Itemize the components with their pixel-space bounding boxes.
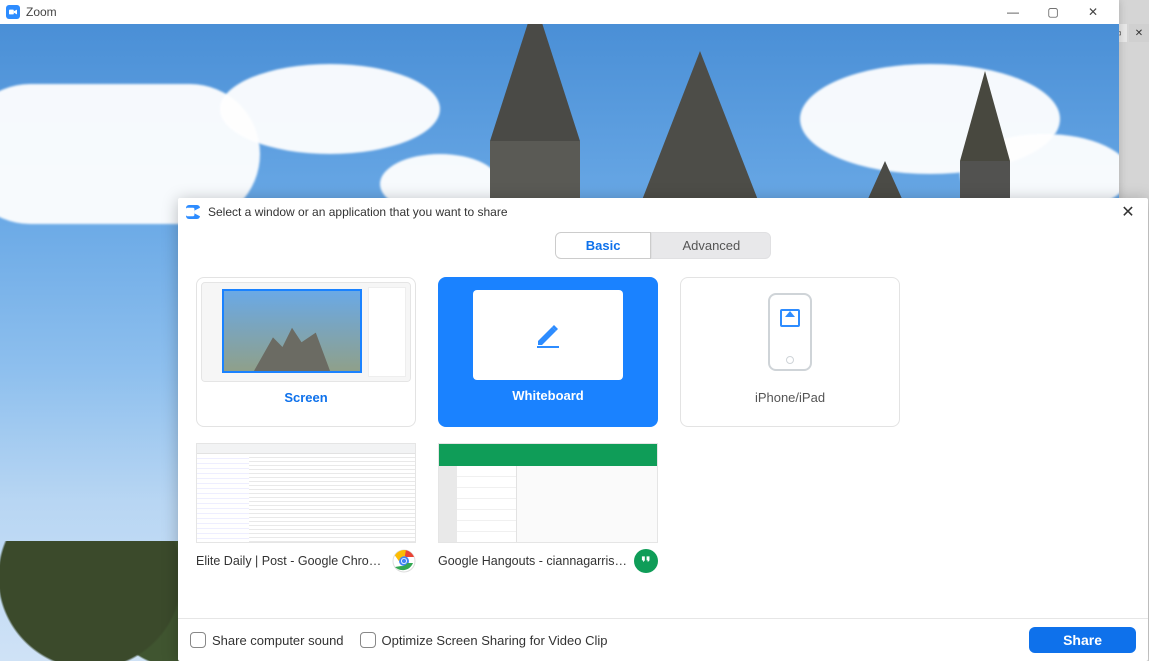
option-label: Screen: [284, 390, 327, 405]
phone-icon: [768, 293, 812, 371]
maximize-button[interactable]: ▢: [1033, 0, 1073, 24]
window-thumbnail: [196, 443, 416, 543]
share-option-whiteboard[interactable]: Whiteboard: [438, 277, 658, 427]
option-label: Whiteboard: [512, 388, 584, 403]
zoom-app-icon: [6, 5, 20, 19]
tab-basic[interactable]: Basic: [555, 232, 652, 259]
share-options-grid: Screen Whiteboard iPhone/iPad: [178, 269, 1148, 618]
option-label: iPhone/iPad: [755, 390, 825, 405]
minimize-button[interactable]: —: [993, 0, 1033, 24]
bg-close-icon: ✕: [1129, 24, 1149, 42]
dialog-title: Select a window or an application that y…: [208, 205, 1116, 219]
checkbox-label: Share computer sound: [212, 633, 344, 648]
zoom-app-icon: [186, 205, 200, 219]
window-label: Google Hangouts - ciannagarriso…: [438, 554, 628, 568]
optimize-video-checkbox[interactable]: Optimize Screen Sharing for Video Clip: [360, 632, 608, 648]
camera-icon: [186, 205, 200, 219]
camera-icon: [9, 8, 17, 16]
pencil-icon: [532, 319, 564, 351]
share-option-window-chrome[interactable]: Elite Daily | Post - Google Chrome: [196, 443, 416, 593]
checkbox-label: Optimize Screen Sharing for Video Clip: [382, 633, 608, 648]
tab-advanced[interactable]: Advanced: [651, 232, 771, 259]
titlebar: Zoom — ▢ ✕: [0, 0, 1119, 24]
checkbox-icon: [190, 632, 206, 648]
share-mode-tabs: Basic Advanced: [178, 226, 1148, 269]
share-button[interactable]: Share: [1029, 627, 1136, 653]
share-option-screen[interactable]: Screen: [196, 277, 416, 427]
share-computer-sound-checkbox[interactable]: Share computer sound: [190, 632, 344, 648]
checkbox-icon: [360, 632, 376, 648]
dialog-close-button[interactable]: ✕: [1116, 200, 1140, 224]
dialog-header: Select a window or an application that y…: [178, 198, 1148, 226]
chrome-icon: [392, 549, 416, 573]
share-option-window-hangouts[interactable]: Google Hangouts - ciannagarriso…: [438, 443, 658, 593]
close-button[interactable]: ✕: [1073, 0, 1113, 24]
window-title: Zoom: [26, 5, 57, 19]
window-label: Elite Daily | Post - Google Chrome: [196, 554, 386, 568]
screen-thumbnail: [201, 282, 411, 382]
dialog-footer: Share computer sound Optimize Screen Sha…: [178, 618, 1148, 661]
hangouts-icon: [634, 549, 658, 573]
iphone-thumbnail: [685, 282, 895, 382]
share-screen-dialog: Select a window or an application that y…: [178, 198, 1148, 661]
share-option-iphone-ipad[interactable]: iPhone/iPad: [680, 277, 900, 427]
window-thumbnail: [438, 443, 658, 543]
whiteboard-thumbnail: [473, 290, 623, 380]
